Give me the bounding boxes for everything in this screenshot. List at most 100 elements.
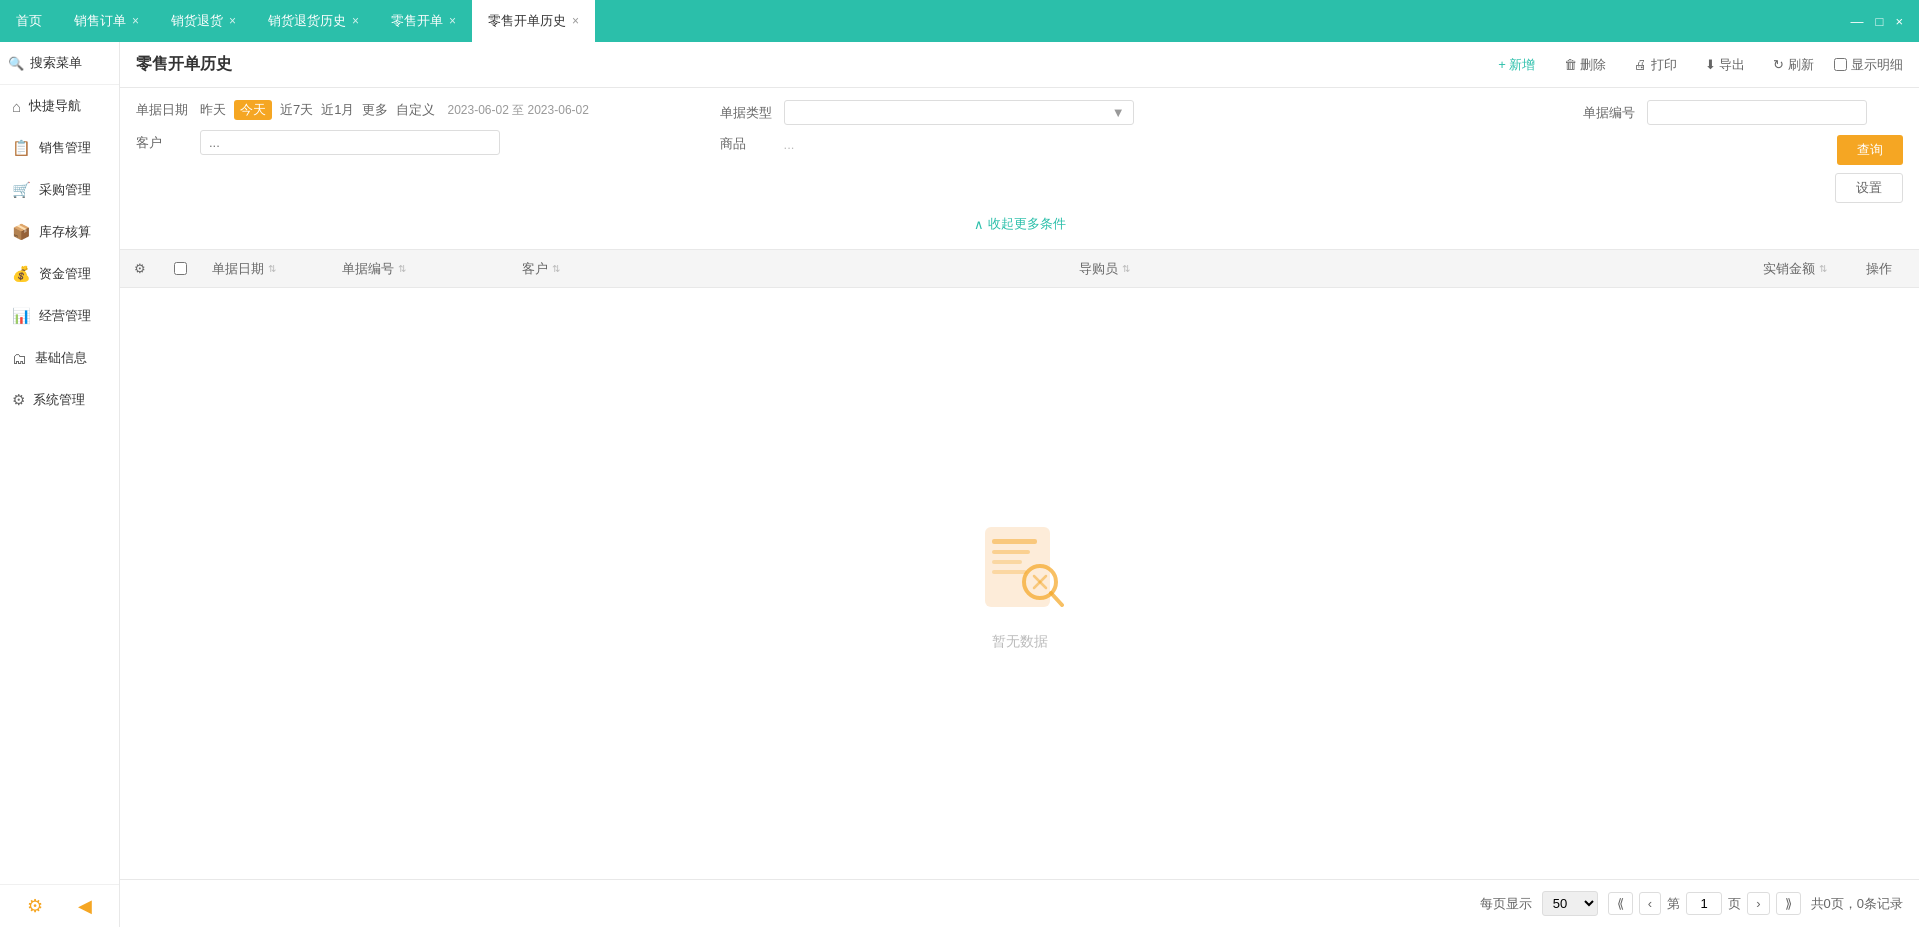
- th-guide-sort-icon: ⇅: [1122, 263, 1130, 274]
- th-checkbox[interactable]: [160, 254, 200, 283]
- tab-retail-open[interactable]: 零售开单 ×: [375, 0, 472, 42]
- per-page-select[interactable]: 50 10 20 100: [1542, 891, 1598, 916]
- sidebar-item-system[interactable]: ⚙ 系统管理: [0, 379, 119, 421]
- basic-info-icon: 🗂: [12, 350, 27, 367]
- svg-rect-1: [992, 539, 1037, 544]
- bill-type-select[interactable]: ▼: [784, 100, 1134, 125]
- sidebar-item-sales-mgmt[interactable]: 📋 销售管理: [0, 127, 119, 169]
- page-first-btn[interactable]: ⟪: [1608, 892, 1633, 915]
- th-customer-sort-icon: ⇅: [552, 263, 560, 274]
- svg-rect-2: [992, 550, 1030, 554]
- sidebar-collapse-btn[interactable]: ◀: [78, 895, 92, 917]
- refresh-button[interactable]: ↻ 刷新: [1765, 52, 1822, 78]
- sidebar-item-sales-mgmt-label: 销售管理: [39, 139, 91, 157]
- sidebar-item-purchase-mgmt[interactable]: 🛒 采购管理: [0, 169, 119, 211]
- tab-sales-order[interactable]: 销售订单 ×: [58, 0, 155, 42]
- bill-type-label: 单据类型: [720, 104, 776, 122]
- sidebar-item-finance[interactable]: 💰 资金管理: [0, 253, 119, 295]
- date-opt-today[interactable]: 今天: [234, 100, 272, 120]
- page-next-btn[interactable]: ›: [1747, 892, 1769, 915]
- date-opt-7days[interactable]: 近7天: [280, 101, 313, 119]
- sidebar-settings-btn[interactable]: ⚙: [27, 895, 43, 917]
- date-filter-label: 单据日期: [136, 101, 192, 119]
- tab-sales-return-history[interactable]: 销货退货历史 ×: [252, 0, 375, 42]
- sidebar-item-system-label: 系统管理: [33, 391, 85, 409]
- tab-sales-return-close[interactable]: ×: [229, 14, 236, 28]
- sidebar-item-basic-info[interactable]: 🗂 基础信息: [0, 337, 119, 379]
- th-op-label: 操作: [1866, 260, 1892, 278]
- content: 零售开单历史 + 新增 🗑 删除 🖨 打印 ⬇ 导出 ↻ 刷新 显示明细: [120, 42, 1919, 927]
- print-button[interactable]: 🖨 打印: [1626, 52, 1685, 78]
- delete-button[interactable]: 🗑 删除: [1556, 52, 1615, 78]
- customer-filter-row: 客户: [136, 130, 696, 155]
- settings-button[interactable]: 设置: [1835, 173, 1903, 203]
- sidebar-item-quick-nav[interactable]: ⌂ 快捷导航: [0, 85, 119, 127]
- tab-retail-history[interactable]: 零售开单历史 ×: [472, 0, 595, 42]
- empty-state: 暂无数据: [120, 288, 1919, 879]
- th-date-sort-icon: ⇅: [268, 263, 276, 274]
- tab-sales-order-close[interactable]: ×: [132, 14, 139, 28]
- page-last-btn[interactable]: ⟫: [1776, 892, 1801, 915]
- tab-home[interactable]: 首页: [0, 0, 58, 42]
- table-settings-icon: ⚙: [134, 261, 146, 276]
- th-customer[interactable]: 客户 ⇅: [510, 252, 1067, 286]
- window-maximize-btn[interactable]: □: [1876, 14, 1884, 29]
- date-opt-yesterday[interactable]: 昨天: [200, 101, 226, 119]
- main-layout: 🔍 搜索菜单 ⌂ 快捷导航 📋 销售管理 🛒 采购管理 📦 库存核算 💰 资金管…: [0, 42, 1919, 927]
- export-button[interactable]: ⬇ 导出: [1697, 52, 1754, 78]
- bill-no-label: 单据编号: [1583, 104, 1639, 122]
- window-minimize-btn[interactable]: —: [1851, 14, 1864, 29]
- collapse-label: 收起更多条件: [988, 215, 1066, 233]
- add-button[interactable]: + 新增: [1490, 52, 1543, 78]
- page-num-input[interactable]: [1686, 892, 1722, 915]
- th-settings[interactable]: ⚙: [120, 253, 160, 284]
- sidebar: 🔍 搜索菜单 ⌂ 快捷导航 📋 销售管理 🛒 采购管理 📦 库存核算 💰 资金管…: [0, 42, 120, 927]
- tab-retail-history-close[interactable]: ×: [572, 14, 579, 28]
- sidebar-item-quick-nav-label: 快捷导航: [29, 97, 81, 115]
- product-filter-label: 商品: [720, 135, 776, 153]
- product-filter-row: 商品 ...: [720, 135, 1559, 153]
- tab-sales-return-history-close[interactable]: ×: [352, 14, 359, 28]
- finance-icon: 💰: [12, 265, 31, 283]
- customer-input[interactable]: [200, 130, 500, 155]
- th-guide[interactable]: 导购员 ⇅: [1067, 252, 1187, 286]
- show-detail-checkbox[interactable]: 显示明细: [1834, 56, 1903, 74]
- show-detail-label: 显示明细: [1851, 56, 1903, 74]
- bill-no-input[interactable]: [1647, 100, 1867, 125]
- svg-rect-3: [992, 560, 1022, 564]
- th-amount[interactable]: 实销金额 ⇅: [1719, 252, 1839, 286]
- select-all-checkbox[interactable]: [174, 262, 187, 275]
- tab-retail-open-close[interactable]: ×: [449, 14, 456, 28]
- operations-icon: 📊: [12, 307, 31, 325]
- date-opt-more[interactable]: 更多: [362, 101, 388, 119]
- th-date[interactable]: 单据日期 ⇅: [200, 252, 330, 286]
- sidebar-item-operations-label: 经营管理: [39, 307, 91, 325]
- window-close-btn[interactable]: ×: [1895, 14, 1903, 29]
- th-date-label: 单据日期: [212, 260, 264, 278]
- quick-nav-icon: ⌂: [12, 98, 21, 115]
- bill-type-filter-row: 单据类型 ▼: [720, 100, 1559, 125]
- sales-mgmt-icon: 📋: [12, 139, 31, 157]
- query-button[interactable]: 查询: [1837, 135, 1903, 165]
- sidebar-item-inventory-label: 库存核算: [39, 223, 91, 241]
- sidebar-item-inventory[interactable]: 📦 库存核算: [0, 211, 119, 253]
- inventory-icon: 📦: [12, 223, 31, 241]
- table-area: ⚙ 单据日期 ⇅ 单据编号 ⇅ 客户 ⇅ 导购员: [120, 250, 1919, 879]
- date-options: 昨天 今天 近7天 近1月 更多 自定义 2023-06-02 至 2023-0…: [200, 100, 589, 120]
- date-opt-1month[interactable]: 近1月: [321, 101, 354, 119]
- svg-line-6: [1051, 593, 1062, 605]
- show-detail-input[interactable]: [1834, 58, 1847, 71]
- header-actions: + 新增 🗑 删除 🖨 打印 ⬇ 导出 ↻ 刷新 显示明细: [1490, 52, 1903, 78]
- th-order-no[interactable]: 单据编号 ⇅: [330, 252, 510, 286]
- tab-sales-return[interactable]: 销货退货 ×: [155, 0, 252, 42]
- page-prev-btn[interactable]: ‹: [1639, 892, 1661, 915]
- product-input[interactable]: ...: [784, 137, 795, 152]
- collapse-btn[interactable]: ∧ 收起更多条件: [136, 211, 1903, 237]
- sidebar-bottom: ⚙ ◀: [0, 884, 119, 927]
- sidebar-item-operations[interactable]: 📊 经营管理: [0, 295, 119, 337]
- search-icon: 🔍: [8, 56, 24, 71]
- date-opt-custom[interactable]: 自定义: [396, 101, 435, 119]
- tab-retail-open-label: 零售开单: [391, 12, 443, 30]
- sidebar-search[interactable]: 🔍 搜索菜单: [0, 42, 119, 85]
- th-customer-label: 客户: [522, 260, 548, 278]
